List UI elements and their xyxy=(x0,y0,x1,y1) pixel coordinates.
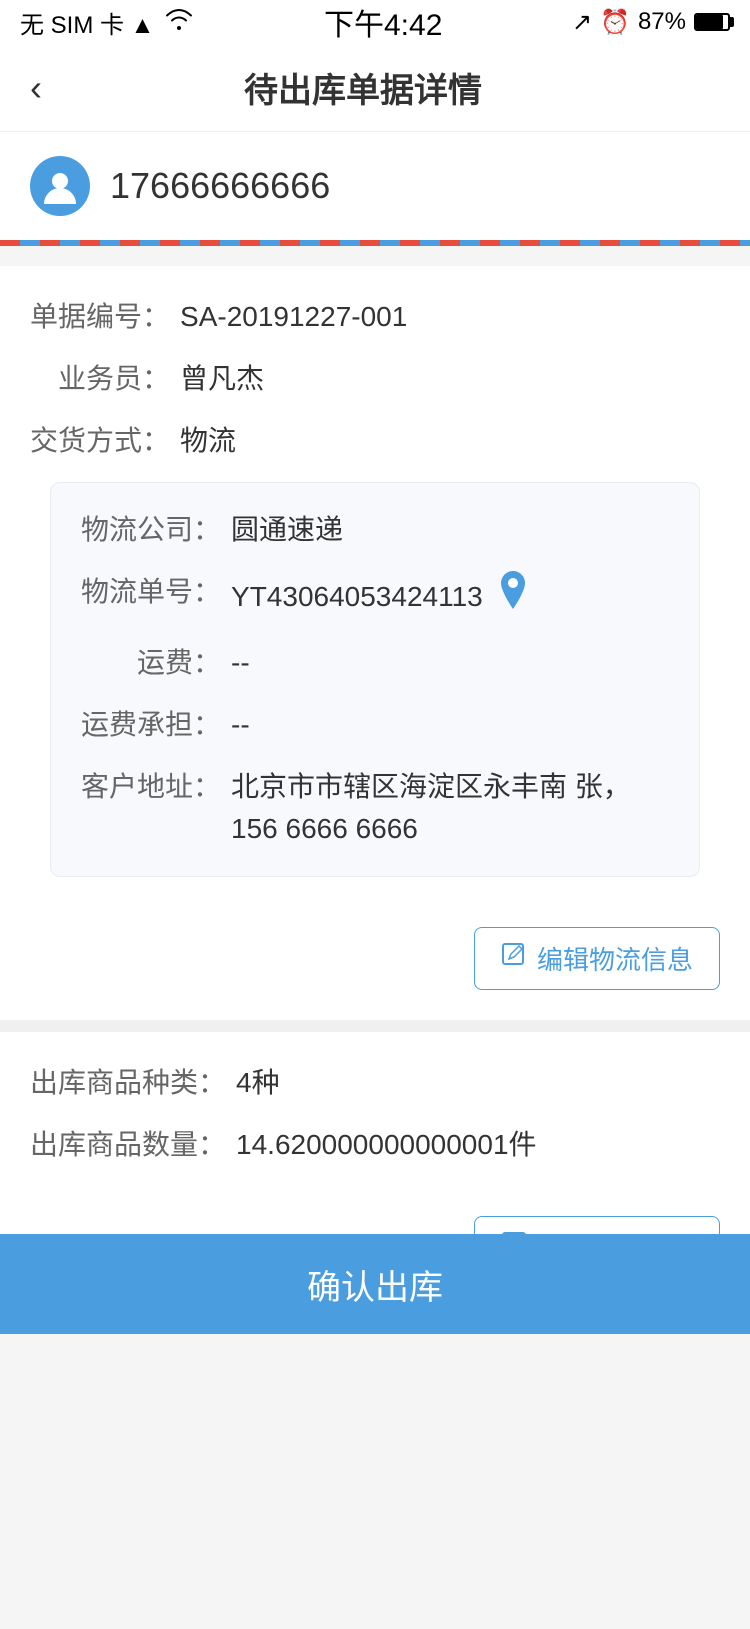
freight-bearer-label: 运费承担： xyxy=(81,704,221,746)
wifi-icon xyxy=(164,8,194,37)
avatar xyxy=(30,156,90,216)
goods-types-row: 出库商品种类： 4种 xyxy=(30,1062,720,1104)
freight-bearer-row: 运费承担： -- xyxy=(81,704,669,746)
confirm-button-label: 确认出库 xyxy=(307,1260,443,1309)
delivery-method-label: 交货方式： xyxy=(30,420,170,462)
goods-quantity-row: 出库商品数量： 14.620000000000001件 xyxy=(30,1124,720,1166)
dashed-divider xyxy=(0,240,750,246)
back-button[interactable]: ‹ xyxy=(30,67,42,109)
tracking-no-row: 物流单号： YT43064053424113 xyxy=(81,571,669,622)
edit-logistics-section: 编辑物流信息 xyxy=(0,907,750,1020)
goods-quantity-label: 出库商品数量： xyxy=(30,1124,226,1166)
nav-bar: ‹ 待出库单据详情 xyxy=(0,44,750,132)
battery-icon xyxy=(694,13,730,31)
logistics-card: 物流公司： 圆通速递 物流单号： YT43064053424113 运费： xyxy=(50,482,700,877)
delivery-method-value: 物流 xyxy=(180,420,720,462)
edit-icon xyxy=(501,942,527,975)
address-value: 北京市市辖区海淀区永丰南 张，156 6666 6666 xyxy=(231,766,669,850)
bottom-spacer xyxy=(0,1309,750,1529)
freight-value: -- xyxy=(231,642,669,684)
goods-types-label: 出库商品种类： xyxy=(30,1062,226,1104)
freight-row: 运费： -- xyxy=(81,642,669,684)
goods-types-value: 4种 xyxy=(236,1062,720,1104)
freight-label: 运费： xyxy=(81,642,221,684)
alarm-icon: ⏰ xyxy=(600,8,630,37)
customer-header: 17666666666 xyxy=(0,132,750,240)
salesperson-value: 曾凡杰 xyxy=(180,358,720,400)
salesperson-row: 业务员： 曾凡杰 xyxy=(30,358,720,400)
freight-bearer-value: -- xyxy=(231,704,669,746)
track-location-icon[interactable] xyxy=(497,571,529,622)
sim-status: 无 SIM 卡 ▲ xyxy=(20,5,154,40)
edit-logistics-button[interactable]: 编辑物流信息 xyxy=(474,927,720,990)
address-label: 客户地址： xyxy=(81,766,221,808)
order-no-label: 单据编号： xyxy=(30,296,170,338)
tracking-no-label: 物流单号： xyxy=(81,571,221,613)
location-service-icon: ↗ xyxy=(572,8,592,37)
delivery-method-row: 交货方式： 物流 xyxy=(30,420,720,462)
section-divider xyxy=(0,1020,750,1032)
logistics-company-row: 物流公司： 圆通速递 xyxy=(81,509,669,551)
order-info-section: 单据编号： SA-20191227-001 业务员： 曾凡杰 交货方式： 物流 … xyxy=(0,266,750,907)
status-bar: 无 SIM 卡 ▲ 下午4:42 ↗ ⏰ 87% xyxy=(0,0,750,44)
goods-quantity-value: 14.620000000000001件 xyxy=(236,1124,720,1166)
page-title: 待出库单据详情 xyxy=(62,63,664,112)
status-left: 无 SIM 卡 ▲ xyxy=(20,5,194,40)
tracking-no-value: YT43064053424113 xyxy=(231,571,669,622)
address-row: 客户地址： 北京市市辖区海淀区永丰南 张，156 6666 6666 xyxy=(81,766,669,850)
confirm-bar[interactable]: 确认出库 xyxy=(0,1234,750,1334)
order-no-row: 单据编号： SA-20191227-001 xyxy=(30,296,720,338)
order-no-value: SA-20191227-001 xyxy=(180,296,720,338)
status-time: 下午4:42 xyxy=(324,0,442,44)
logistics-company-value: 圆通速递 xyxy=(231,509,669,551)
battery-status: 87% xyxy=(638,8,686,36)
status-right: ↗ ⏰ 87% xyxy=(572,8,730,37)
customer-phone: 17666666666 xyxy=(110,165,330,207)
salesperson-label: 业务员： xyxy=(30,358,170,400)
edit-logistics-label: 编辑物流信息 xyxy=(537,940,693,977)
logistics-company-label: 物流公司： xyxy=(81,509,221,551)
goods-section: 出库商品种类： 4种 出库商品数量： 14.620000000000001件 xyxy=(0,1032,750,1196)
